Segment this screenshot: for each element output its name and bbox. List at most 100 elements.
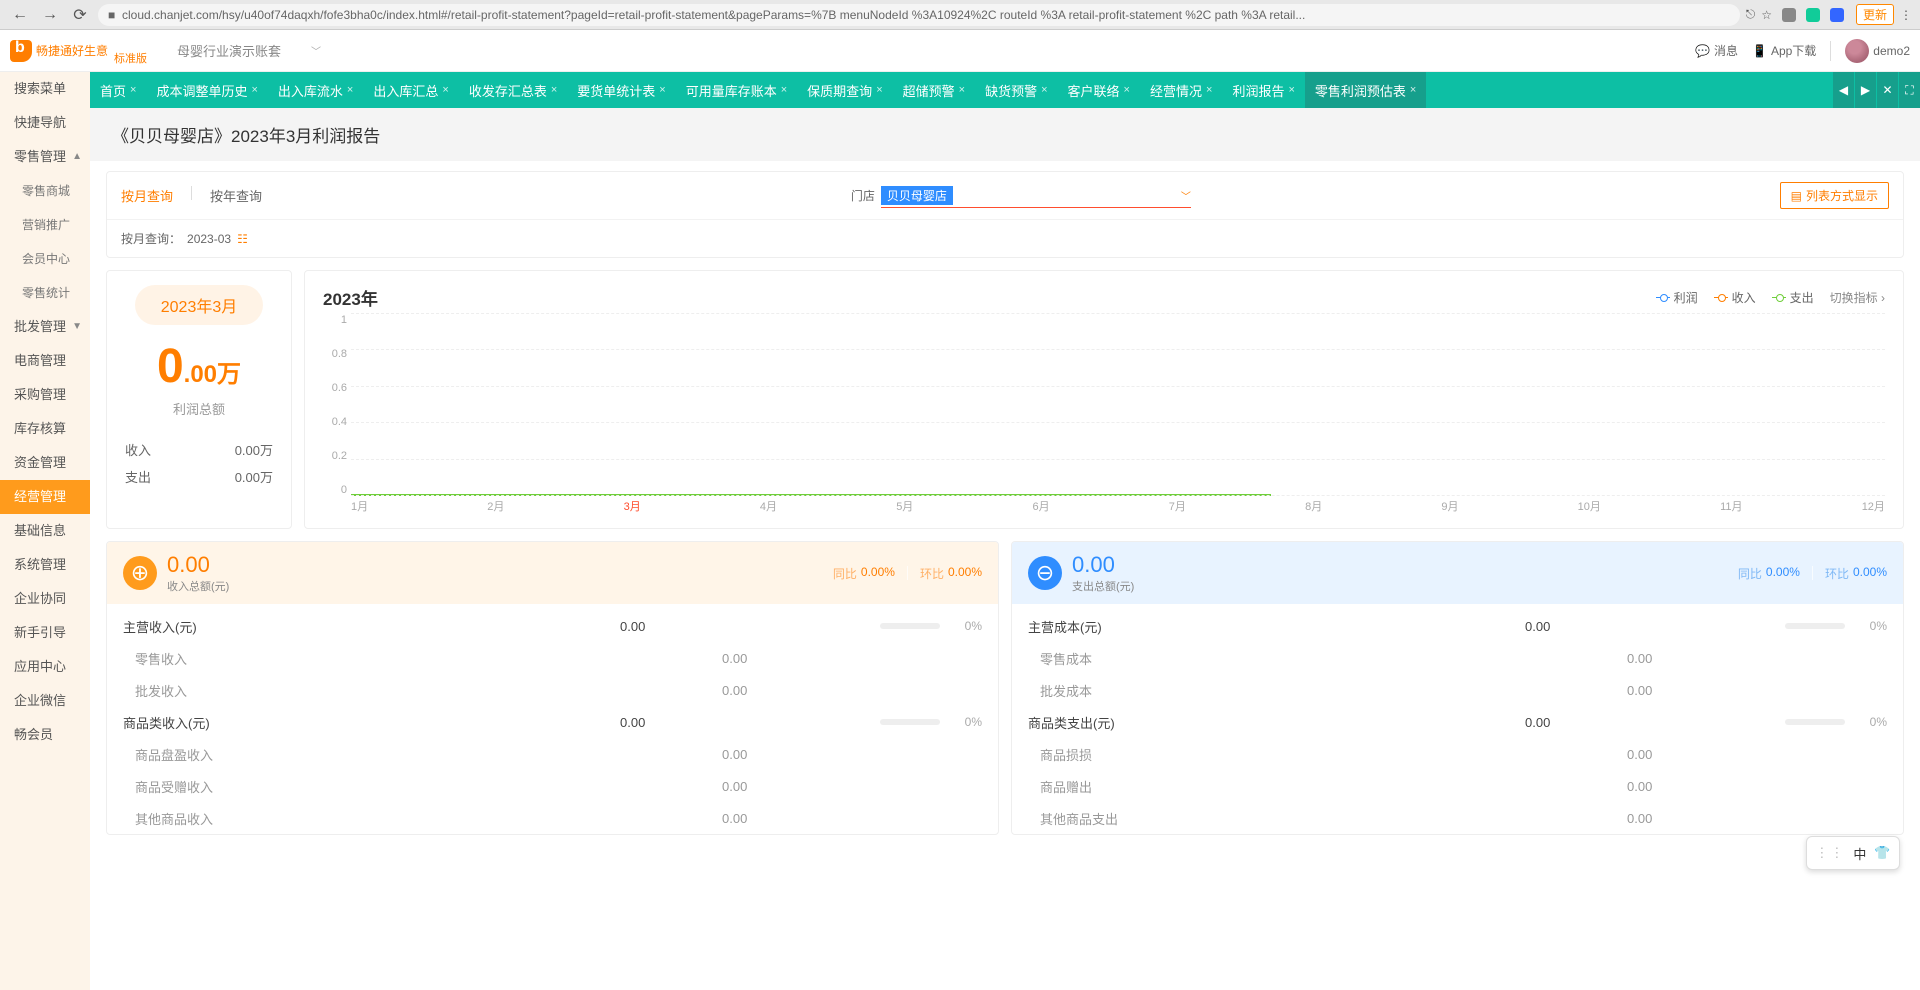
tab-10[interactable]: 客户联络× xyxy=(1058,72,1140,108)
data-row: 零售成本0.00 xyxy=(1028,642,1887,674)
data-row: 商品类收入(元)0.000% xyxy=(123,706,982,738)
close-icon[interactable]: × xyxy=(1410,84,1416,96)
close-icon[interactable]: × xyxy=(1124,84,1130,96)
query-tabs: 按月查询 按年查询 xyxy=(121,186,262,205)
close-icon[interactable]: × xyxy=(251,84,257,96)
logo[interactable]: 畅捷通好生意 标准版 xyxy=(10,36,147,66)
list-mode-button[interactable]: ▤列表方式显示 xyxy=(1780,182,1889,209)
sidebar-item-7[interactable]: 批发管理▼ xyxy=(0,310,90,344)
sidebar-item-10[interactable]: 库存核算 xyxy=(0,412,90,446)
lang-label: 中 xyxy=(1853,844,1866,863)
tab-5[interactable]: 要货单统计表× xyxy=(567,72,675,108)
sidebar-item-9[interactable]: 采购管理 xyxy=(0,378,90,412)
menu-icon[interactable]: ⋮ xyxy=(1900,8,1912,22)
data-row: 商品赠出0.00 xyxy=(1028,770,1887,802)
close-icon[interactable]: × xyxy=(1041,84,1047,96)
close-icon[interactable]: × xyxy=(1206,84,1212,96)
sidebar-item-18[interactable]: 企业微信 xyxy=(0,684,90,718)
legend-profit[interactable]: 利润 xyxy=(1656,289,1698,306)
legend-income[interactable]: 收入 xyxy=(1714,289,1756,306)
data-row: 商品受赠收入0.00 xyxy=(123,770,982,802)
tab-9[interactable]: 缺货预警× xyxy=(975,72,1057,108)
share-icon[interactable]: ⎋ xyxy=(1746,7,1756,22)
store-input[interactable]: 贝贝母婴店 ﹀ xyxy=(881,184,1191,208)
date-query: 按月查询： 2023-03 ☷ xyxy=(121,230,248,247)
sidebar-item-14[interactable]: 系统管理 xyxy=(0,548,90,582)
legend-expense[interactable]: 支出 xyxy=(1772,289,1814,306)
close-icon[interactable]: × xyxy=(347,84,353,96)
sidebar-item-16[interactable]: 新手引导 xyxy=(0,616,90,650)
fullscreen-icon[interactable]: ⛶ xyxy=(1898,72,1920,108)
page-title: 《贝贝母婴店》2023年3月利润报告 xyxy=(90,108,1920,161)
tab-7[interactable]: 保质期查询× xyxy=(797,72,892,108)
tab-6[interactable]: 可用量库存账本× xyxy=(676,72,797,108)
sidebar-item-0[interactable]: 搜索菜单 xyxy=(0,72,90,106)
tab-bar: 首页×成本调整单历史×出入库流水×出入库汇总×收发存汇总表×要货单统计表×可用量… xyxy=(90,72,1920,108)
tab-8[interactable]: 超储预警× xyxy=(893,72,975,108)
ext-icon-2[interactable] xyxy=(1806,8,1820,22)
ext-icon-3[interactable] xyxy=(1830,8,1844,22)
calendar-icon[interactable]: ☷ xyxy=(237,232,248,246)
sidebar-item-12[interactable]: 经营管理 xyxy=(0,480,90,514)
data-row: 主营收入(元)0.000% xyxy=(123,610,982,642)
tab-12[interactable]: 利润报告× xyxy=(1222,72,1304,108)
sidebar-item-8[interactable]: 电商管理 xyxy=(0,344,90,378)
date-label: 按月查询： xyxy=(121,230,181,247)
app-download-button[interactable]: 📱App下载 xyxy=(1752,42,1816,59)
tab-1[interactable]: 成本调整单历史× xyxy=(146,72,267,108)
close-icon[interactable]: × xyxy=(551,84,557,96)
tab-scroll-right[interactable]: ▶ xyxy=(1854,72,1876,108)
sidebar-item-15[interactable]: 企业协同 xyxy=(0,582,90,616)
message-button[interactable]: 💬消息 xyxy=(1695,42,1738,59)
url-bar[interactable]: ■cloud.chanjet.com/hsy/u40of74daqxh/fofe… xyxy=(98,4,1740,26)
close-icon[interactable]: × xyxy=(442,84,448,96)
sidebar-item-6[interactable]: 零售统计 xyxy=(0,276,90,310)
data-row: 商品盘盈收入0.00 xyxy=(123,738,982,770)
tab-11[interactable]: 经营情况× xyxy=(1140,72,1222,108)
tab-4[interactable]: 收发存汇总表× xyxy=(459,72,567,108)
sidebar-item-2[interactable]: 零售管理▲ xyxy=(0,140,90,174)
forward-icon[interactable]: → xyxy=(38,6,62,24)
query-year-tab[interactable]: 按年查询 xyxy=(210,186,262,205)
sidebar-item-11[interactable]: 资金管理 xyxy=(0,446,90,480)
close-icon[interactable]: × xyxy=(876,84,882,96)
tab-3[interactable]: 出入库汇总× xyxy=(363,72,458,108)
close-icon[interactable]: × xyxy=(781,84,787,96)
data-row: 其他商品收入0.00 xyxy=(123,802,982,834)
switch-metric[interactable]: 切换指标 › xyxy=(1830,289,1885,306)
user-menu[interactable]: demo2 xyxy=(1845,39,1910,63)
income-sub: 收入总额(元) xyxy=(167,578,229,594)
tab-13[interactable]: 零售利润预估表× xyxy=(1305,72,1426,108)
sidebar-item-19[interactable]: 畅会员 xyxy=(0,718,90,752)
income-amount: 0.00 xyxy=(167,552,229,578)
back-icon[interactable]: ← xyxy=(8,6,32,24)
close-icon[interactable]: × xyxy=(130,84,136,96)
close-icon[interactable]: × xyxy=(959,84,965,96)
close-icon[interactable]: × xyxy=(659,84,665,96)
logo-edition: 标准版 xyxy=(114,50,147,66)
sidebar-item-5[interactable]: 会员中心 xyxy=(0,242,90,276)
sidebar-item-1[interactable]: 快捷导航 xyxy=(0,106,90,140)
sidebar-item-4[interactable]: 营销推广 xyxy=(0,208,90,242)
ext-icon-1[interactable] xyxy=(1782,8,1796,22)
store-selector: 门店 贝贝母婴店 ﹀ xyxy=(851,184,1191,208)
update-button[interactable]: 更新 xyxy=(1856,4,1894,25)
main: 首页×成本调整单历史×出入库流水×出入库汇总×收发存汇总表×要货单统计表×可用量… xyxy=(90,72,1920,990)
tab-close-all[interactable]: ✕ xyxy=(1876,72,1898,108)
query-month-tab[interactable]: 按月查询 xyxy=(121,186,173,205)
chart-legend: 利润 收入 支出 切换指标 › xyxy=(1656,289,1885,306)
close-icon[interactable]: × xyxy=(1288,84,1294,96)
org-selector[interactable]: 母婴行业演示账套 ﹀ xyxy=(177,41,321,60)
tab-0[interactable]: 首页× xyxy=(90,72,146,108)
income-panel: ⊕ 0.00 收入总额(元) 同比0.00% 环比0.00% 主营收入(元)0.… xyxy=(106,541,999,835)
reload-icon[interactable]: ⟳ xyxy=(68,5,92,25)
tab-2[interactable]: 出入库流水× xyxy=(268,72,363,108)
sidebar-item-13[interactable]: 基础信息 xyxy=(0,514,90,548)
language-fab[interactable]: ⋮⋮ 中 👕 xyxy=(1806,836,1900,870)
star-icon[interactable]: ☆ xyxy=(1761,8,1772,22)
tab-scroll-left[interactable]: ◀ xyxy=(1832,72,1854,108)
data-row: 批发收入0.00 xyxy=(123,674,982,706)
date-value[interactable]: 2023-03 xyxy=(187,232,231,246)
sidebar-item-17[interactable]: 应用中心 xyxy=(0,650,90,684)
sidebar-item-3[interactable]: 零售商城 xyxy=(0,174,90,208)
